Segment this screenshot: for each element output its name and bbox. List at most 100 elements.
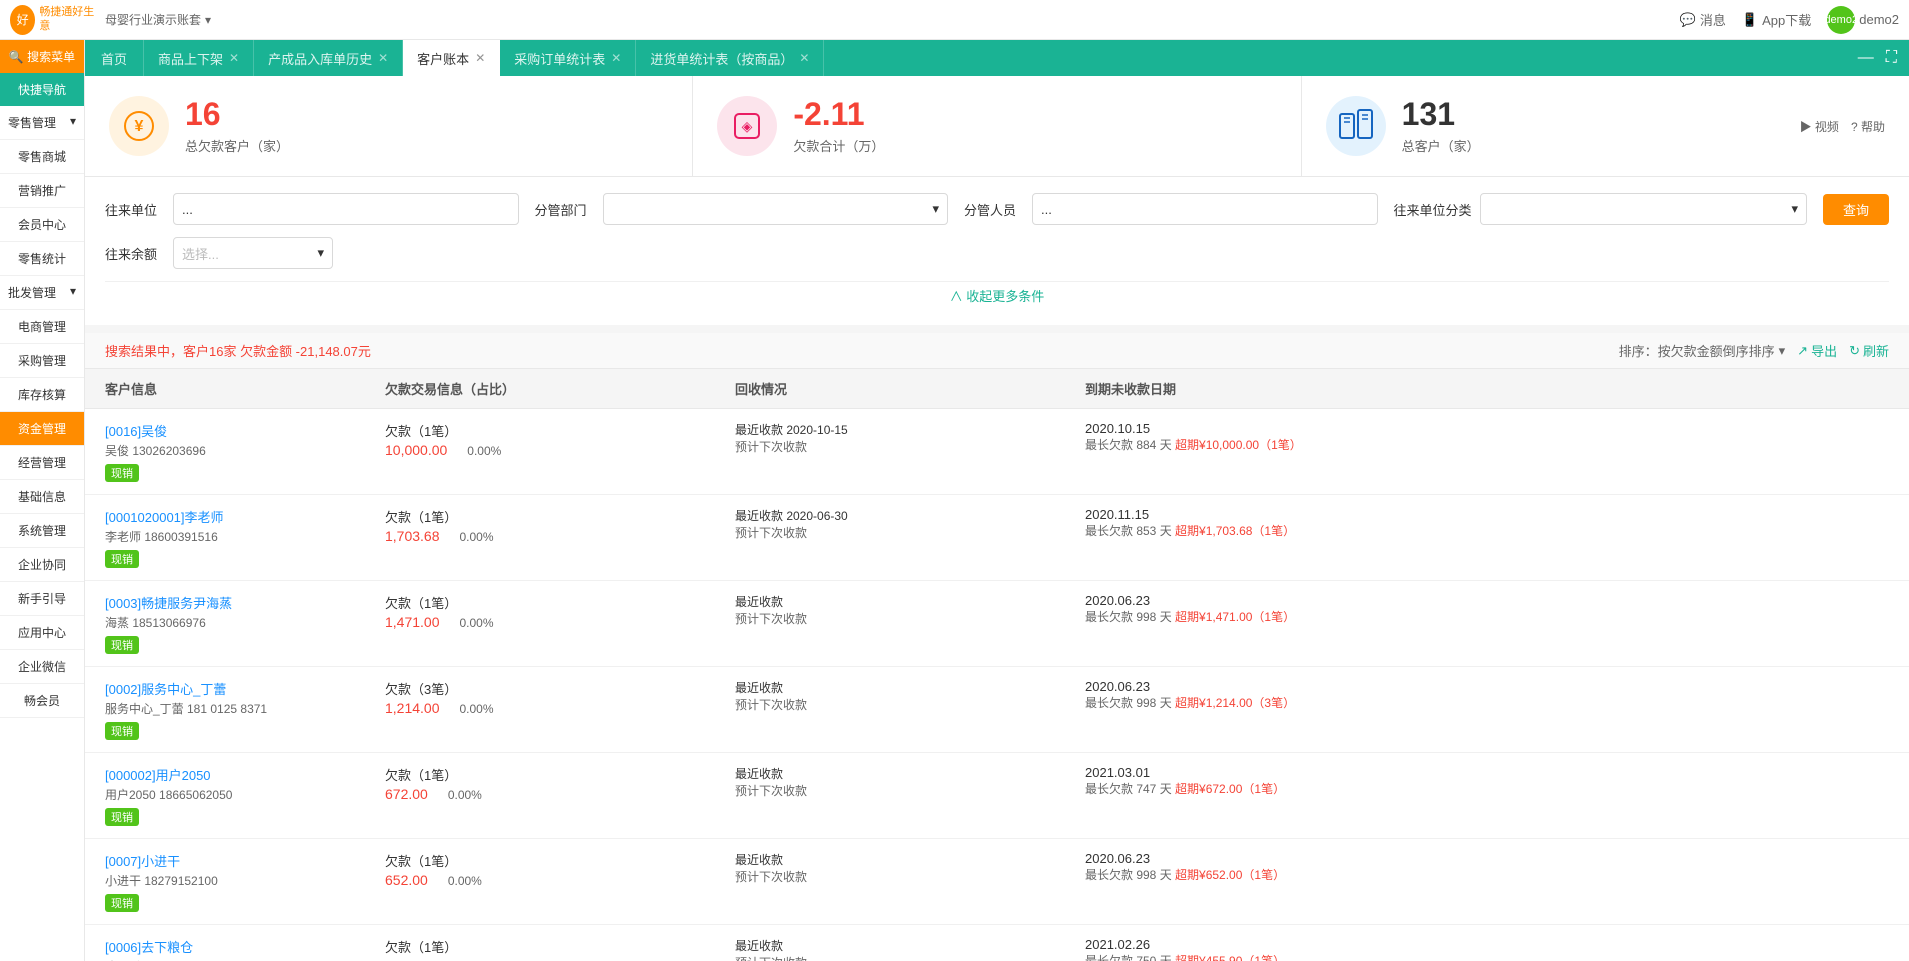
- user-avatar-button[interactable]: demo2 demo2: [1827, 6, 1899, 34]
- sidebar-item-member[interactable]: 畅会员: [0, 684, 84, 718]
- sort-select[interactable]: 排序：按欠款金额倒序排序 ▾: [1619, 341, 1786, 360]
- overdue-amount[interactable]: 超期¥455.90（1笔）: [1175, 954, 1285, 961]
- collapse-button[interactable]: ∧ 收起更多条件: [105, 281, 1889, 309]
- search-menu-button[interactable]: 🔍 搜索菜单: [0, 40, 84, 73]
- overdue-cell: 2021.03.01 最长欠款 747 天 超期¥672.00（1笔）: [1085, 765, 1889, 797]
- customer-link[interactable]: [0002]服务中心_丁蕾: [105, 679, 385, 698]
- customer-link[interactable]: [0006]去下粮仓: [105, 937, 385, 956]
- search-menu-label: 搜索菜单: [27, 50, 75, 64]
- sidebar-item-basic-info[interactable]: 基础信息: [0, 480, 84, 514]
- export-button[interactable]: ↗ 导出: [1797, 341, 1837, 360]
- overdue-amount[interactable]: 超期¥1,214.00（3笔）: [1175, 696, 1295, 710]
- debt-row: 1,471.00 0.00%: [385, 614, 735, 630]
- header-overdue: 到期未收款日期: [1085, 379, 1889, 398]
- person-label: 分管人员: [964, 200, 1024, 219]
- last-collection: 最近收款: [735, 593, 1085, 610]
- sidebar-item-retail-stats[interactable]: 零售统计: [0, 242, 84, 276]
- recovery-cell: 最近收款 预计下次收款: [735, 765, 1085, 799]
- debt-percent: 0.00%: [448, 874, 482, 888]
- customer-link[interactable]: [0007]小进干: [105, 851, 385, 870]
- minimize-icon[interactable]: —: [1854, 49, 1878, 67]
- sidebar-item-enterprise-collab[interactable]: 企业协同: [0, 548, 84, 582]
- tab-home[interactable]: 首页: [85, 40, 144, 76]
- tab-close-icon[interactable]: ✕: [229, 51, 239, 65]
- sidebar-item-retail-management[interactable]: 零售管理 ▾: [0, 106, 84, 140]
- overdue-amount[interactable]: 超期¥10,000.00（1笔）: [1175, 438, 1302, 452]
- tab-close-icon[interactable]: ✕: [378, 51, 388, 65]
- source-unit-input[interactable]: ...: [173, 193, 519, 225]
- debt-percent: 0.00%: [467, 444, 501, 458]
- debt-amount: 1,703.68: [385, 528, 440, 544]
- message-icon: 💬: [1680, 12, 1696, 28]
- tab-close-icon[interactable]: ✕: [475, 51, 485, 65]
- video-link[interactable]: ▶ 视频: [1800, 118, 1839, 135]
- sidebar-item-retail-mall[interactable]: 零售商城: [0, 140, 84, 174]
- unit-type-select[interactable]: ▾: [1480, 193, 1807, 225]
- tab-purchase-product-stats[interactable]: 进货单统计表（按商品） ✕: [636, 40, 824, 76]
- tab-product-listing[interactable]: 商品上下架 ✕: [144, 40, 254, 76]
- debt-row: 1,703.68 0.00%: [385, 528, 735, 544]
- overdue-cell: 2020.06.23 最长欠款 998 天 超期¥1,471.00（1笔）: [1085, 593, 1889, 625]
- sidebar-item-inventory[interactable]: 库存核算: [0, 378, 84, 412]
- tab-production-history[interactable]: 产成品入库单历史 ✕: [254, 40, 403, 76]
- recovery-cell: 最近收款 预计下次收款: [735, 937, 1085, 961]
- stat-label-debtors: 总欠款客户（家）: [185, 136, 289, 155]
- stat-card-total: 131 总客户（家） ▶ 视频 ? 帮助: [1302, 76, 1909, 176]
- sidebar-item-operations[interactable]: 经营管理: [0, 446, 84, 480]
- app-download-button[interactable]: 📱 App下载: [1742, 10, 1811, 29]
- top-bar: 好 畅捷通好生意 母婴行业演示账套 ▾ 💬 消息 📱 App下载 demo2 d…: [0, 0, 1909, 40]
- help-link[interactable]: ? 帮助: [1851, 118, 1885, 135]
- store-name: 母婴行业演示账套: [105, 11, 201, 28]
- stat-actions: ▶ 视频 ? 帮助: [1800, 118, 1885, 135]
- quick-nav-button[interactable]: 快捷导航: [0, 73, 84, 106]
- debt-row: 1,214.00 0.00%: [385, 700, 735, 716]
- sidebar-item-app-center[interactable]: 应用中心: [0, 616, 84, 650]
- overdue-days: 最长欠款 884 天 超期¥10,000.00（1笔）: [1085, 436, 1889, 453]
- person-input[interactable]: ...: [1032, 193, 1378, 225]
- overdue-cell: 2020.10.15 最长欠款 884 天 超期¥10,000.00（1笔）: [1085, 421, 1889, 453]
- sidebar-item-purchase[interactable]: 采购管理: [0, 344, 84, 378]
- stat-icon-money: ¥: [109, 96, 169, 156]
- dept-select[interactable]: ▾: [603, 193, 949, 225]
- customer-tag: 现销: [105, 636, 139, 654]
- sidebar-item-enterprise-wechat[interactable]: 企业微信: [0, 650, 84, 684]
- debt-count: 欠款（1笔）: [385, 421, 735, 440]
- overdue-amount[interactable]: 超期¥1,703.68（1笔）: [1175, 524, 1295, 538]
- store-selector[interactable]: 母婴行业演示账套 ▾: [105, 11, 215, 28]
- customer-cell: [0001020001]李老师 李老师 18600391516 现销: [105, 507, 385, 568]
- table-row: [0016]吴俊 吴俊 13026203696 现销 欠款（1笔） 10,000…: [85, 409, 1909, 495]
- sidebar-item-marketing[interactable]: 营销推广: [0, 174, 84, 208]
- filter-person: 分管人员 ...: [964, 193, 1378, 225]
- data-table: 客户信息 欠款交易信息（占比） 回收情况 到期未收款日期 [0016]吴俊 吴俊…: [85, 369, 1909, 961]
- tab-label: 客户账本: [417, 49, 469, 68]
- sidebar-item-newbie-guide[interactable]: 新手引导: [0, 582, 84, 616]
- top-right: 💬 消息 📱 App下载 demo2 demo2: [1680, 6, 1899, 34]
- refresh-button[interactable]: ↻ 刷新: [1849, 341, 1889, 360]
- sidebar-item-wholesale-management[interactable]: 批发管理 ▾: [0, 276, 84, 310]
- overdue-amount[interactable]: 超期¥1,471.00（1笔）: [1175, 610, 1295, 624]
- balance-select[interactable]: 选择... ▾: [173, 237, 333, 269]
- debt-amount: 652.00: [385, 872, 428, 888]
- overdue-amount[interactable]: 超期¥672.00（1笔）: [1175, 782, 1285, 796]
- next-collection: 预计下次收款: [735, 696, 1085, 713]
- sidebar-item-ecommerce[interactable]: 电商管理: [0, 310, 84, 344]
- tab-close-icon[interactable]: ✕: [799, 51, 809, 65]
- tab-purchase-stats[interactable]: 采购订单统计表 ✕: [500, 40, 636, 76]
- search-button[interactable]: 查询: [1823, 194, 1889, 225]
- customer-link[interactable]: [0016]吴俊: [105, 421, 385, 440]
- maximize-icon[interactable]: ⛶: [1882, 49, 1901, 67]
- sidebar-item-member-center[interactable]: 会员中心: [0, 208, 84, 242]
- sidebar-item-system[interactable]: 系统管理: [0, 514, 84, 548]
- overdue-amount[interactable]: 超期¥652.00（1笔）: [1175, 868, 1285, 882]
- customer-link[interactable]: [0003]畅捷服务尹海蒸: [105, 593, 385, 612]
- message-button[interactable]: 💬 消息: [1680, 10, 1726, 29]
- customer-link[interactable]: [0001020001]李老师: [105, 507, 385, 526]
- tab-close-icon[interactable]: ✕: [611, 51, 621, 65]
- debt-cell: 欠款（1笔） 652.00 0.00%: [385, 851, 735, 888]
- chevron-down-icon: ▾: [70, 114, 76, 131]
- stat-label-total: 总客户（家）: [1402, 136, 1480, 155]
- stat-number-total: 131: [1402, 98, 1480, 130]
- sidebar-item-finance[interactable]: 资金管理: [0, 412, 84, 446]
- tab-customer-ledger[interactable]: 客户账本 ✕: [403, 40, 500, 76]
- customer-link[interactable]: [000002]用户2050: [105, 765, 385, 784]
